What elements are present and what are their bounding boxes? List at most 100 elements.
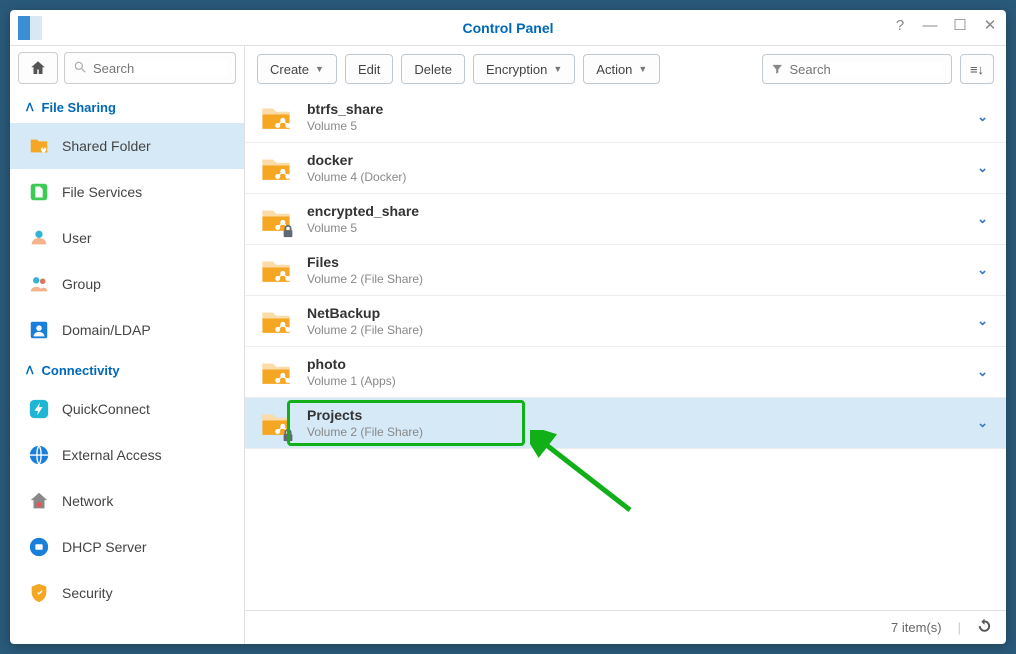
sidebar-item-label: File Services <box>62 184 142 200</box>
delete-label: Delete <box>414 62 452 77</box>
home-button[interactable] <box>18 52 58 84</box>
sidebar-item-label: Security <box>62 585 113 601</box>
folder-name: Files <box>307 254 963 270</box>
window-title: Control Panel <box>462 20 553 36</box>
chevron-down-icon[interactable]: ⌄ <box>977 313 988 329</box>
sidebar-item-security[interactable]: Security <box>10 570 244 616</box>
folder-name: photo <box>307 356 963 372</box>
divider: | <box>958 620 961 635</box>
help-icon[interactable]: ? <box>892 18 908 34</box>
chevron-icon: ᐱ <box>26 101 34 114</box>
titlebar: Control Panel ? — ☐ ✕ <box>10 10 1006 46</box>
chevron-icon: ᐱ <box>26 364 34 377</box>
chevron-down-icon[interactable]: ⌄ <box>977 364 988 380</box>
window-controls: ? — ☐ ✕ <box>892 18 998 34</box>
main-panel: Create▼ Edit Delete Encryption▼ Action▼ … <box>245 46 1006 644</box>
app-icon <box>18 16 42 40</box>
folder-name: btrfs_share <box>307 101 963 117</box>
sidebar-top <box>10 46 244 90</box>
action-button[interactable]: Action ▼ <box>583 54 660 84</box>
folder-row[interactable]: dockerVolume 4 (Docker) ⌄ <box>245 143 1006 194</box>
network-icon <box>28 490 50 512</box>
folder-location: Volume 2 (File Share) <box>307 425 963 439</box>
item-count: 7 item(s) <box>891 620 942 635</box>
folder-info: NetBackupVolume 2 (File Share) <box>307 305 963 337</box>
folder-icon <box>259 202 293 236</box>
maximize-icon[interactable]: ☐ <box>952 18 968 34</box>
sidebar-item-shared-folder[interactable]: Shared Folder <box>10 123 244 169</box>
encryption-button[interactable]: Encryption ▼ <box>473 54 575 84</box>
domain-icon <box>28 319 50 341</box>
folder-info: ProjectsVolume 2 (File Share) <box>307 407 963 439</box>
folder-info: photo Volume 1 (Apps) <box>307 356 963 388</box>
folder-icon <box>259 100 293 134</box>
close-icon[interactable]: ✕ <box>982 18 998 34</box>
folder-row[interactable]: photo Volume 1 (Apps) ⌄ <box>245 347 1006 398</box>
main-search-input[interactable] <box>790 62 944 77</box>
section-label: File Sharing <box>42 100 116 115</box>
window-body: ᐱ File Sharing Shared Folder File Services U… <box>10 46 1006 644</box>
sidebar-item-label: External Access <box>62 447 162 463</box>
folder-row[interactable]: encrypted_shareVolume 5 ⌄ <box>245 194 1006 245</box>
encryption-label: Encryption <box>486 62 547 77</box>
sort-button[interactable]: ≡↓ <box>960 54 994 84</box>
sidebar-item-label: DHCP Server <box>62 539 147 555</box>
folder-name: NetBackup <box>307 305 963 321</box>
folder-row[interactable]: btrfs_shareVolume 5 ⌄ <box>245 92 1006 143</box>
toolbar: Create▼ Edit Delete Encryption▼ Action▼ … <box>245 46 1006 92</box>
folder-row[interactable]: NetBackupVolume 2 (File Share) ⌄ <box>245 296 1006 347</box>
sidebar-search-input[interactable] <box>93 61 227 76</box>
sidebar-item-group[interactable]: Group <box>10 261 244 307</box>
folder-name: encrypted_share <box>307 203 963 219</box>
sidebar-item-label: Domain/LDAP <box>62 322 151 338</box>
folder-icon <box>259 304 293 338</box>
folder-location: Volume 2 (File Share) <box>307 272 963 286</box>
delete-button[interactable]: Delete <box>401 54 465 84</box>
sidebar-item-external-access[interactable]: External Access <box>10 432 244 478</box>
chevron-down-icon[interactable]: ⌄ <box>977 262 988 278</box>
quickconnect-icon <box>28 398 50 420</box>
edit-button[interactable]: Edit <box>345 54 393 84</box>
sidebar-item-label: Network <box>62 493 113 509</box>
sidebar-item-domain-ldap[interactable]: Domain/LDAP <box>10 307 244 353</box>
dhcp-icon <box>28 536 50 558</box>
edit-label: Edit <box>358 62 380 77</box>
folder-icon <box>259 406 293 440</box>
folder-list: btrfs_shareVolume 5⌄dockerVolume 4 (Dock… <box>245 92 1006 610</box>
folder-row[interactable]: ProjectsVolume 2 (File Share) ⌄ <box>245 398 1006 449</box>
folder-info: btrfs_shareVolume 5 <box>307 101 963 133</box>
refresh-icon <box>977 618 992 633</box>
caret-icon: ▼ <box>638 64 647 74</box>
folder-info: dockerVolume 4 (Docker) <box>307 152 963 184</box>
folder-share-icon <box>28 135 50 157</box>
home-icon <box>29 59 47 77</box>
sidebar-item-file-services[interactable]: File Services <box>10 169 244 215</box>
action-label: Action <box>596 62 632 77</box>
sidebar-search[interactable] <box>64 52 236 84</box>
folder-icon <box>259 151 293 185</box>
chevron-down-icon[interactable]: ⌄ <box>977 109 988 125</box>
sidebar-item-user[interactable]: User <box>10 215 244 261</box>
sidebar-item-quickconnect[interactable]: QuickConnect <box>10 386 244 432</box>
search-icon <box>73 60 87 77</box>
sidebar-item-dhcp-server[interactable]: DHCP Server <box>10 524 244 570</box>
folder-location: Volume 1 (Apps) <box>307 374 963 388</box>
sidebar-item-label: QuickConnect <box>62 401 150 417</box>
create-button[interactable]: Create▼ <box>257 54 337 84</box>
chevron-down-icon[interactable]: ⌄ <box>977 160 988 176</box>
main-search[interactable] <box>762 54 952 84</box>
refresh-button[interactable] <box>977 618 992 637</box>
group-icon <box>28 273 50 295</box>
minimize-icon[interactable]: — <box>922 18 938 34</box>
chevron-down-icon[interactable]: ⌄ <box>977 415 988 431</box>
funnel-icon <box>771 62 784 76</box>
sidebar-item-label: Shared Folder <box>62 138 151 154</box>
section-header[interactable]: ᐱConnectivity <box>10 353 244 386</box>
sidebar-item-network[interactable]: Network <box>10 478 244 524</box>
caret-icon: ▼ <box>553 64 562 74</box>
folder-row[interactable]: Files Volume 2 (File Share) ⌄ <box>245 245 1006 296</box>
chevron-down-icon[interactable]: ⌄ <box>977 211 988 227</box>
folder-info: encrypted_shareVolume 5 <box>307 203 963 235</box>
section-header[interactable]: ᐱ File Sharing <box>10 90 244 123</box>
external-icon <box>28 444 50 466</box>
